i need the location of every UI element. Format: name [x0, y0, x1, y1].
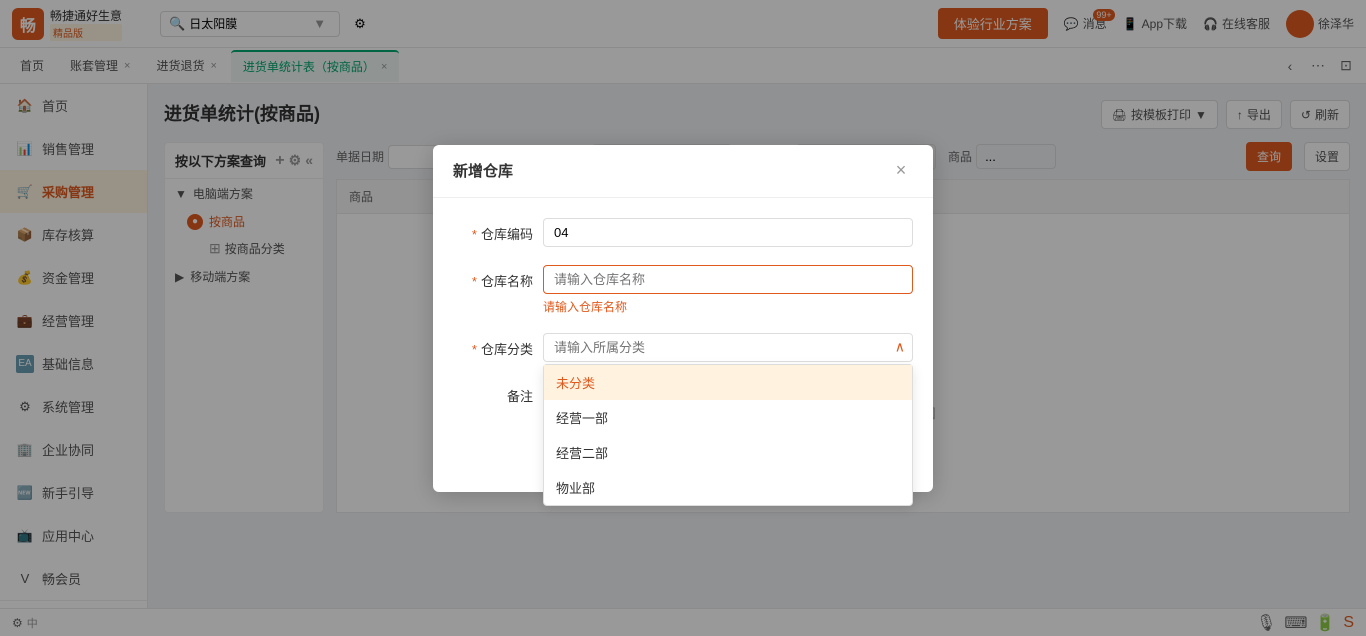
- dropdown-item-property[interactable]: 物业部: [544, 470, 912, 505]
- dropdown-item-dept2[interactable]: 经营二部: [544, 435, 912, 470]
- code-label: 仓库编码: [453, 218, 533, 243]
- form-row-code: 仓库编码: [453, 218, 913, 247]
- modal-title: 新增仓库: [453, 160, 513, 181]
- form-row-category: 仓库分类 ∧ 未分类 经营一部 经营二部 物业部: [453, 333, 913, 362]
- name-error-msg: 请输入仓库名称: [543, 298, 627, 315]
- category-input[interactable]: [543, 333, 913, 362]
- name-input-row: 仓库名称: [453, 265, 913, 294]
- category-dropdown: 未分类 经营一部 经营二部 物业部: [543, 364, 913, 506]
- add-warehouse-modal: 新增仓库 × 仓库编码 仓库名称 请输入仓库名称 仓库分类: [433, 145, 933, 492]
- note-label: 备注: [453, 380, 533, 405]
- modal-body: 仓库编码 仓库名称 请输入仓库名称 仓库分类 ∧ 未分类: [433, 198, 933, 409]
- form-row-name: 仓库名称 请输入仓库名称: [453, 265, 913, 315]
- category-label: 仓库分类: [453, 333, 533, 358]
- dropdown-item-uncategorized[interactable]: 未分类: [544, 365, 912, 400]
- modal-overlay: 新增仓库 × 仓库编码 仓库名称 请输入仓库名称 仓库分类: [0, 0, 1366, 636]
- code-input[interactable]: [543, 218, 913, 247]
- name-input[interactable]: [543, 265, 913, 294]
- modal-header: 新增仓库 ×: [433, 145, 933, 198]
- dropdown-item-dept1[interactable]: 经营一部: [544, 400, 912, 435]
- modal-close-btn[interactable]: ×: [889, 159, 913, 183]
- category-select-wrapper: ∧ 未分类 经营一部 经营二部 物业部: [543, 333, 913, 362]
- name-label: 仓库名称: [453, 265, 533, 294]
